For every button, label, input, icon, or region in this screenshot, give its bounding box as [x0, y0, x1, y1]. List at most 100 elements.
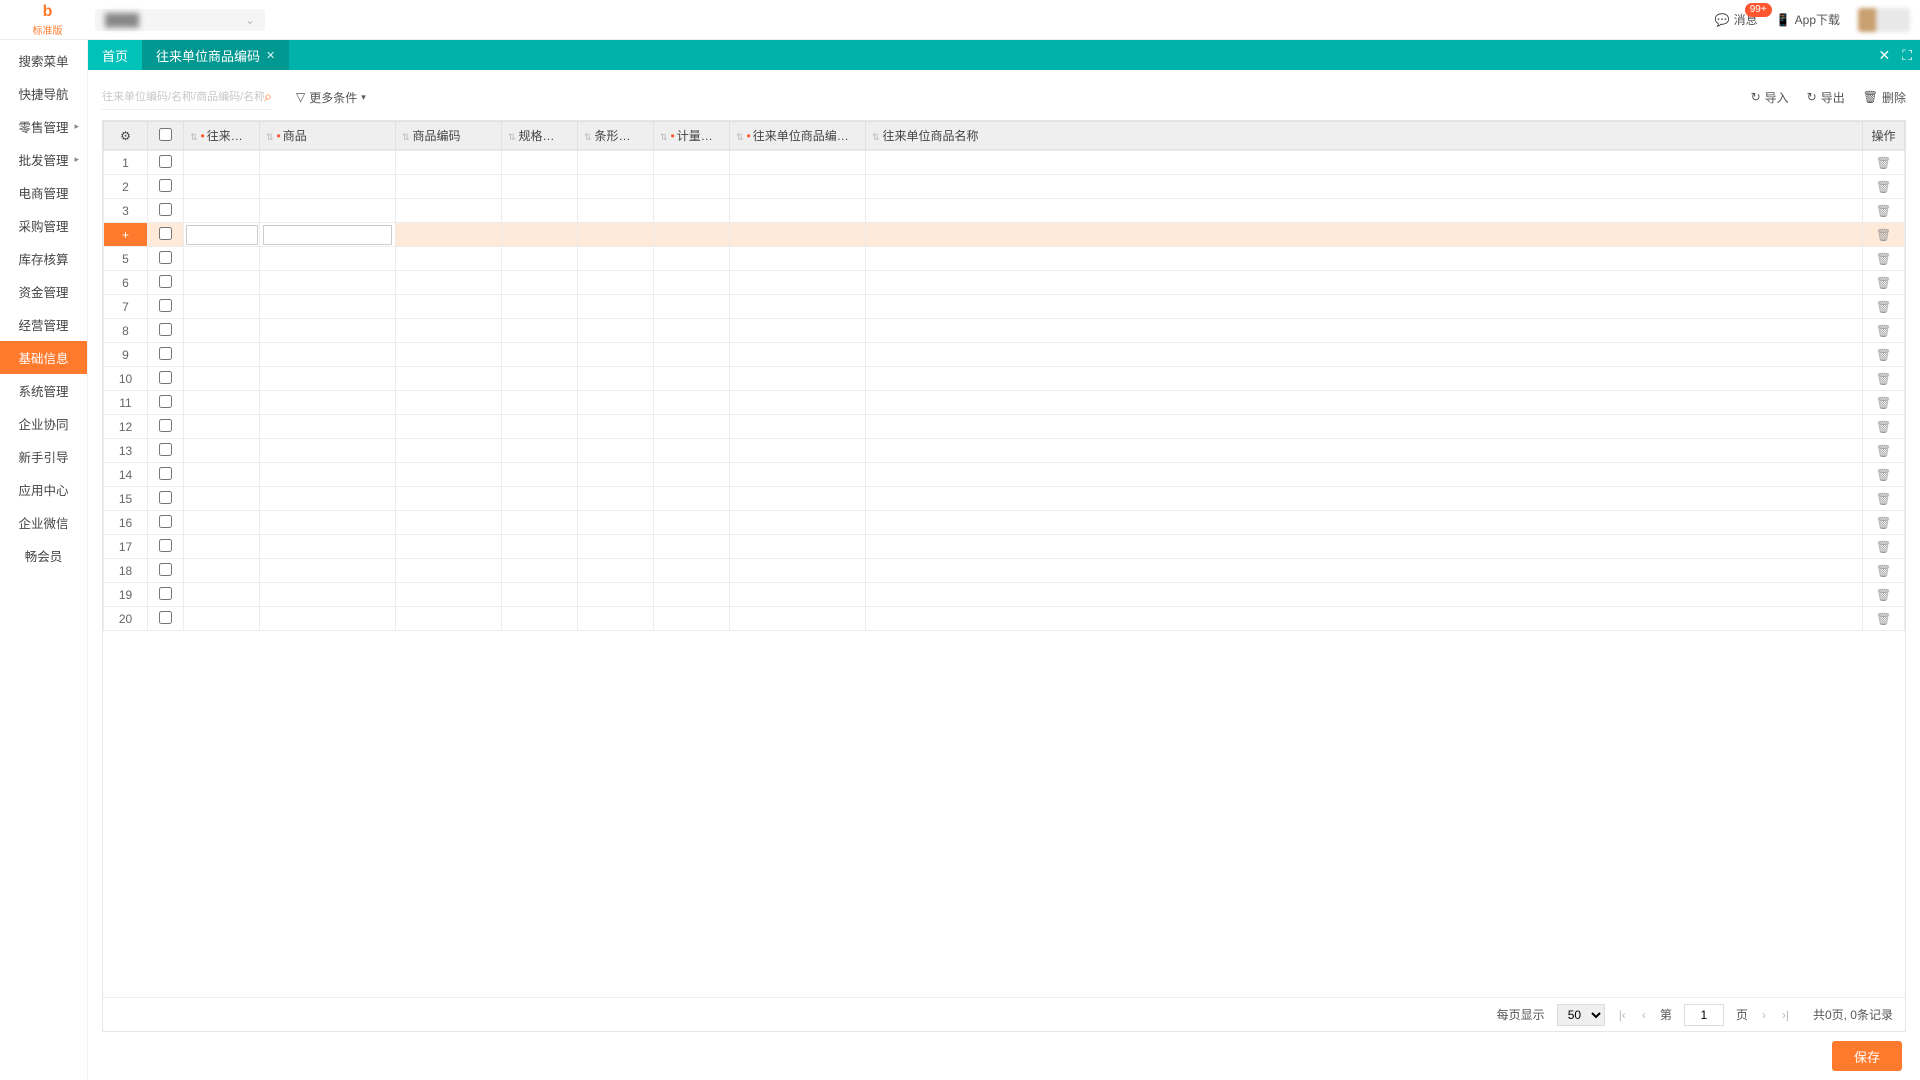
cell[interactable] — [396, 271, 502, 295]
table-row[interactable]: 1🗑 — [104, 151, 1905, 175]
cell[interactable] — [396, 247, 502, 271]
cell[interactable] — [866, 271, 1863, 295]
search-icon[interactable]: ⌕ — [264, 88, 272, 105]
sidebar-item[interactable]: 采购管理 — [0, 209, 87, 242]
cell[interactable] — [260, 367, 396, 391]
sidebar-item[interactable]: 企业微信 — [0, 506, 87, 539]
cell[interactable] — [260, 463, 396, 487]
cell[interactable] — [730, 295, 866, 319]
avatar[interactable] — [1858, 8, 1910, 32]
col-partner-name[interactable]: ⇅往来单位商品名称 — [866, 122, 1863, 150]
col-spec[interactable]: ⇅规格… — [502, 122, 578, 150]
page-last[interactable]: ›| — [1780, 1008, 1791, 1022]
cell[interactable] — [184, 391, 260, 415]
cell[interactable] — [578, 247, 654, 271]
cell[interactable] — [654, 391, 730, 415]
cell[interactable] — [502, 463, 578, 487]
sidebar-item[interactable]: 电商管理 — [0, 176, 87, 209]
table-row[interactable]: 19🗑 — [104, 583, 1905, 607]
cell[interactable] — [396, 439, 502, 463]
cell[interactable] — [502, 199, 578, 223]
table-row[interactable]: 3🗑 — [104, 199, 1905, 223]
row-checkbox[interactable] — [159, 443, 172, 456]
col-product[interactable]: ⇅•商品 — [260, 122, 396, 150]
cell[interactable] — [396, 295, 502, 319]
cell[interactable] — [396, 487, 502, 511]
cell[interactable] — [654, 535, 730, 559]
cell[interactable] — [578, 487, 654, 511]
delete-row-icon[interactable]: 🗑 — [1876, 492, 1891, 506]
cell[interactable] — [184, 439, 260, 463]
cell[interactable] — [502, 271, 578, 295]
cell[interactable] — [260, 175, 396, 199]
cell[interactable] — [654, 415, 730, 439]
table-row[interactable]: 13🗑 — [104, 439, 1905, 463]
table-row[interactable]: 7🗑 — [104, 295, 1905, 319]
col-product-code[interactable]: ⇅商品编码 — [396, 122, 502, 150]
cell[interactable] — [396, 511, 502, 535]
cell[interactable] — [502, 175, 578, 199]
cell[interactable] — [260, 343, 396, 367]
cell[interactable] — [654, 511, 730, 535]
tab-home[interactable]: 首页 — [88, 40, 142, 70]
table-row[interactable]: 2🗑 — [104, 175, 1905, 199]
cell[interactable] — [260, 487, 396, 511]
cell[interactable] — [396, 367, 502, 391]
more-conditions-button[interactable]: ▽ 更多条件 ▾ — [296, 89, 366, 106]
delete-row-icon[interactable]: 🗑 — [1876, 540, 1891, 554]
cell[interactable] — [396, 319, 502, 343]
cell[interactable] — [866, 559, 1863, 583]
delete-row-icon[interactable]: 🗑 — [1876, 420, 1891, 434]
add-row-icon[interactable]: + — [118, 227, 134, 243]
cell[interactable] — [730, 439, 866, 463]
cell[interactable] — [184, 415, 260, 439]
cell[interactable] — [866, 439, 1863, 463]
delete-row-icon[interactable]: 🗑 — [1876, 300, 1891, 314]
col-partner-code[interactable]: ⇅•往来单位商品编… — [730, 122, 866, 150]
cell[interactable] — [654, 583, 730, 607]
cell[interactable] — [866, 199, 1863, 223]
cell[interactable] — [730, 583, 866, 607]
sidebar-item[interactable]: 零售管理▸ — [0, 110, 87, 143]
table-row[interactable]: 6🗑 — [104, 271, 1905, 295]
cell[interactable] — [502, 439, 578, 463]
page-input[interactable] — [1684, 1004, 1724, 1026]
cell[interactable] — [866, 151, 1863, 175]
table-row[interactable]: 16🗑 — [104, 511, 1905, 535]
cell[interactable] — [578, 391, 654, 415]
search-input[interactable] — [102, 91, 264, 103]
row-checkbox[interactable] — [159, 203, 172, 216]
cell[interactable] — [184, 583, 260, 607]
cell[interactable] — [654, 487, 730, 511]
cell[interactable] — [396, 223, 502, 247]
cell[interactable] — [578, 415, 654, 439]
app-download-button[interactable]: 📱 App下载 — [1776, 11, 1840, 28]
delete-row-icon[interactable]: 🗑 — [1876, 156, 1891, 170]
cell[interactable] — [578, 199, 654, 223]
delete-row-icon[interactable]: 🗑 — [1876, 180, 1891, 194]
row-checkbox[interactable] — [159, 179, 172, 192]
cell[interactable] — [866, 367, 1863, 391]
search-box[interactable]: ⌕ — [102, 84, 272, 110]
tab-close-all-icon[interactable]: ✕ — [1878, 47, 1890, 64]
cell[interactable] — [654, 223, 730, 247]
cell[interactable] — [578, 439, 654, 463]
cell[interactable] — [730, 271, 866, 295]
table-row[interactable]: 11🗑 — [104, 391, 1905, 415]
cell[interactable] — [578, 559, 654, 583]
cell[interactable] — [730, 319, 866, 343]
cell[interactable] — [184, 463, 260, 487]
row-checkbox[interactable] — [159, 611, 172, 624]
cell[interactable] — [654, 151, 730, 175]
row-checkbox[interactable] — [159, 251, 172, 264]
cell[interactable] — [866, 319, 1863, 343]
delete-row-icon[interactable]: 🗑 — [1876, 612, 1891, 626]
cell[interactable] — [184, 223, 260, 247]
row-checkbox[interactable] — [159, 419, 172, 432]
cell[interactable] — [502, 391, 578, 415]
cell[interactable] — [260, 583, 396, 607]
cell[interactable] — [654, 319, 730, 343]
cell[interactable] — [184, 559, 260, 583]
sidebar-item[interactable]: 库存核算 — [0, 242, 87, 275]
cell[interactable] — [184, 367, 260, 391]
